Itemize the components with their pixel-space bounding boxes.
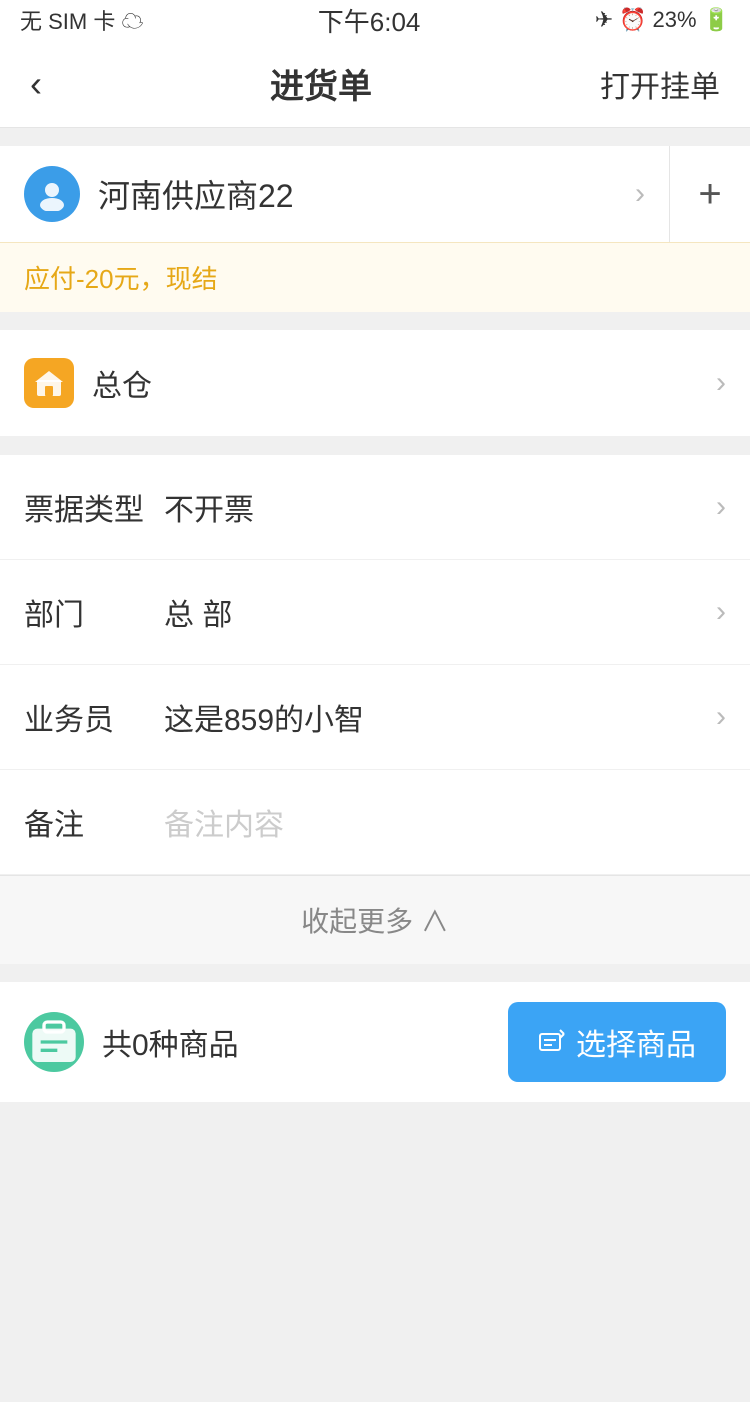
- invoice-type-row[interactable]: 票据类型 不开票 ›: [0, 455, 750, 560]
- notice-banner: 应付-20元，现结: [0, 242, 750, 312]
- status-right: ✈ ⏰ 23% 🔋: [595, 7, 730, 33]
- salesperson-value: 这是859的小智: [164, 695, 706, 739]
- supplier-section: 河南供应商22 › +: [0, 146, 750, 242]
- warehouse-row[interactable]: 总仓 ›: [0, 330, 750, 437]
- salesperson-row[interactable]: 业务员 这是859的小智 ›: [0, 665, 750, 770]
- product-icon: [24, 1012, 84, 1072]
- invoice-type-chevron-icon: ›: [716, 490, 726, 524]
- section-gap-1: [0, 128, 750, 146]
- section-gap-3: [0, 437, 750, 455]
- battery-label: 23%: [653, 7, 697, 33]
- invoice-type-label: 票据类型: [24, 485, 144, 529]
- page-background: [0, 1102, 750, 1402]
- supplier-name: 河南供应商22: [98, 171, 625, 217]
- department-label: 部门: [24, 590, 144, 634]
- collapse-row[interactable]: 收起更多 ∧: [0, 875, 750, 964]
- remark-row[interactable]: 备注 备注内容: [0, 770, 750, 875]
- collapse-label: 收起更多 ∧: [301, 900, 449, 940]
- warehouse-chevron-icon: ›: [716, 366, 726, 400]
- status-time: 下午6:04: [318, 2, 421, 39]
- department-chevron-icon: ›: [716, 595, 726, 629]
- bottom-bar: 共0种商品 选择商品: [0, 982, 750, 1102]
- status-left: 无 SIM 卡 ☁: [20, 4, 143, 36]
- warehouse-label: 总仓: [92, 361, 706, 405]
- section-gap-4: [0, 964, 750, 982]
- select-product-label: 选择商品: [576, 1020, 696, 1064]
- salesperson-chevron-icon: ›: [716, 700, 726, 734]
- supplier-select-row[interactable]: 河南供应商22 ›: [0, 146, 670, 242]
- back-button[interactable]: ‹: [30, 63, 42, 105]
- invoice-type-value: 不开票: [164, 485, 706, 529]
- remark-input[interactable]: 备注内容: [164, 800, 726, 844]
- nav-bar: ‹ 进货单 打开挂单: [0, 40, 750, 128]
- section-gap-2: [0, 312, 750, 330]
- add-supplier-button[interactable]: +: [670, 146, 750, 242]
- sim-signal: 无 SIM 卡 ☁: [20, 4, 143, 36]
- product-count: 共0种商品: [102, 1020, 508, 1064]
- page-title: 进货单: [270, 59, 372, 108]
- warehouse-icon: [24, 358, 74, 408]
- location-icon: ✈: [595, 7, 613, 33]
- battery-icon: 🔋: [703, 7, 730, 33]
- supplier-avatar: [24, 166, 80, 222]
- alarm-icon: ⏰: [619, 7, 646, 33]
- status-bar: 无 SIM 卡 ☁ 下午6:04 ✈ ⏰ 23% 🔋: [0, 0, 750, 40]
- supplier-chevron-icon: ›: [635, 177, 645, 211]
- open-pending-button[interactable]: 打开挂单: [600, 62, 720, 106]
- salesperson-label: 业务员: [24, 695, 144, 739]
- department-row[interactable]: 部门 总 部 ›: [0, 560, 750, 665]
- remark-label: 备注: [24, 800, 144, 844]
- select-product-icon: [538, 1028, 566, 1056]
- select-product-button[interactable]: 选择商品: [508, 1002, 726, 1082]
- department-value: 总 部: [164, 590, 706, 634]
